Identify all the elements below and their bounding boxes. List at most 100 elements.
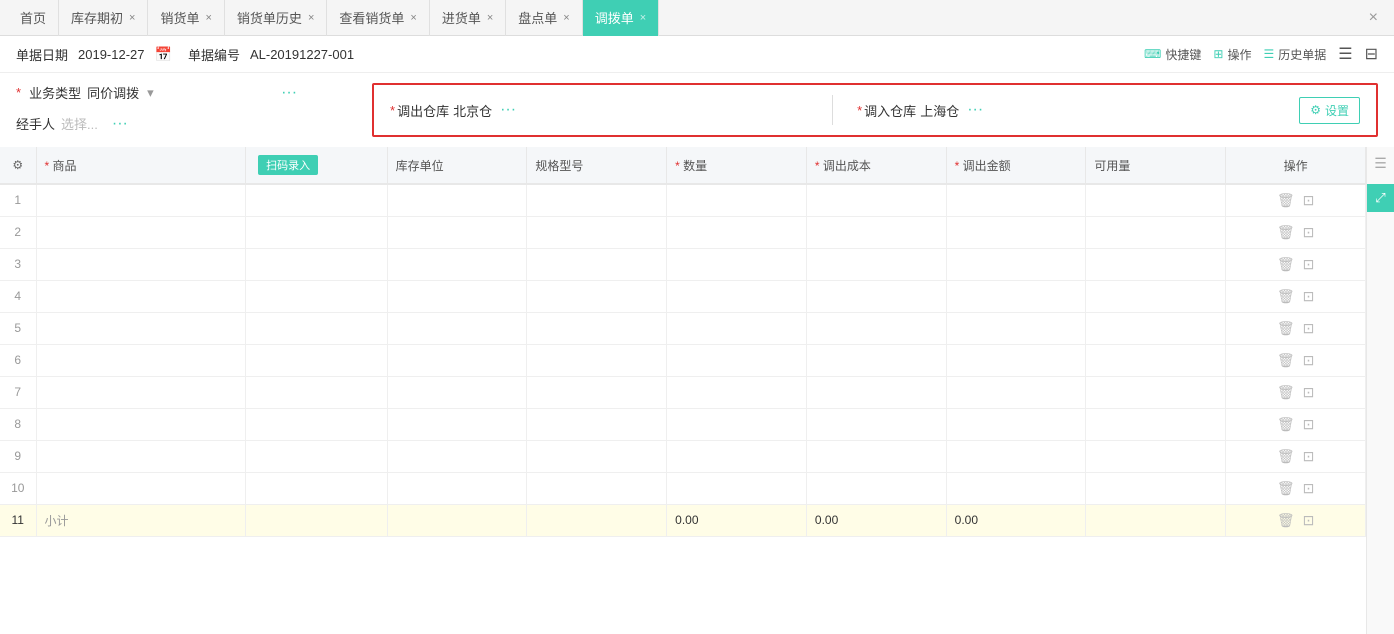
delete-icon[interactable]: 🗑: [1277, 256, 1295, 273]
business-type-more[interactable]: ···: [281, 84, 297, 102]
copy-icon[interactable]: ⊡: [1303, 288, 1315, 305]
copy-icon[interactable]: ⊡: [1303, 256, 1315, 273]
delete-icon[interactable]: 🗑: [1277, 288, 1295, 305]
copy-icon[interactable]: ⊡: [1303, 448, 1315, 465]
amount-cell[interactable]: [946, 408, 1086, 440]
amount-cell[interactable]: [946, 440, 1086, 472]
qty-cell[interactable]: [667, 408, 807, 440]
spec-cell[interactable]: [527, 344, 667, 376]
person-select[interactable]: 选择...: [61, 114, 98, 133]
delete-icon[interactable]: 🗑: [1277, 384, 1295, 401]
layout1-button[interactable]: ☰: [1338, 44, 1352, 64]
qty-cell[interactable]: [667, 440, 807, 472]
delete-icon[interactable]: 🗑: [1277, 224, 1295, 241]
copy-icon[interactable]: ⊡: [1303, 192, 1315, 209]
calendar-icon[interactable]: 📅: [155, 46, 172, 63]
spec-cell[interactable]: [527, 184, 667, 216]
copy-icon[interactable]: ⊡: [1303, 416, 1315, 433]
cost-cell[interactable]: [806, 312, 946, 344]
cost-cell[interactable]: [806, 408, 946, 440]
unit-cell[interactable]: [387, 440, 527, 472]
unit-cell[interactable]: [387, 216, 527, 248]
copy-icon[interactable]: ⊡: [1303, 384, 1315, 401]
unit-cell[interactable]: [387, 280, 527, 312]
tab-purchase-order[interactable]: 进货单 ×: [430, 0, 506, 36]
amount-cell[interactable]: [946, 184, 1086, 216]
product-cell[interactable]: [36, 472, 246, 504]
unit-cell[interactable]: [387, 312, 527, 344]
tab-inventory-count[interactable]: 盘点单 ×: [506, 0, 582, 36]
settings-button[interactable]: ⚙ 设置: [1299, 97, 1360, 124]
spec-cell[interactable]: [527, 280, 667, 312]
tab-purchase-order-close[interactable]: ×: [487, 12, 493, 24]
qty-cell[interactable]: [667, 216, 807, 248]
product-cell[interactable]: [36, 216, 246, 248]
spec-cell[interactable]: [527, 312, 667, 344]
business-type-select[interactable]: 同价调拨 ▾: [87, 83, 267, 102]
unit-cell[interactable]: [387, 408, 527, 440]
amount-cell[interactable]: [946, 280, 1086, 312]
tab-view-sales[interactable]: 查看销货单 ×: [327, 0, 429, 36]
amount-cell[interactable]: [946, 376, 1086, 408]
shortcuts-button[interactable]: ⌨ 快捷键: [1144, 46, 1201, 63]
tab-sales-order-close[interactable]: ×: [205, 12, 211, 24]
qty-cell[interactable]: [667, 344, 807, 376]
tab-sales-history-close[interactable]: ×: [308, 12, 314, 24]
tab-sales-history[interactable]: 销货单历史 ×: [225, 0, 327, 36]
cost-cell[interactable]: [806, 344, 946, 376]
cost-cell[interactable]: [806, 472, 946, 504]
unit-cell[interactable]: [387, 184, 527, 216]
copy-icon[interactable]: ⊡: [1303, 512, 1315, 529]
product-cell[interactable]: [36, 440, 246, 472]
amount-cell[interactable]: [946, 312, 1086, 344]
qty-cell[interactable]: [667, 472, 807, 504]
delete-icon[interactable]: 🗑: [1277, 448, 1295, 465]
copy-icon[interactable]: ⊡: [1303, 224, 1315, 241]
delete-icon[interactable]: 🗑: [1277, 192, 1295, 209]
window-close-button[interactable]: ×: [1361, 9, 1386, 27]
amount-cell[interactable]: [946, 248, 1086, 280]
cost-cell[interactable]: [806, 376, 946, 408]
cost-cell[interactable]: [806, 184, 946, 216]
scan-button[interactable]: 扫码录入: [258, 155, 318, 175]
layout2-button[interactable]: ⊟: [1365, 44, 1378, 64]
spec-cell[interactable]: [527, 216, 667, 248]
qty-cell[interactable]: [667, 376, 807, 408]
product-cell[interactable]: [36, 184, 246, 216]
unit-cell[interactable]: [387, 344, 527, 376]
delete-icon[interactable]: 🗑: [1277, 480, 1295, 497]
cost-cell[interactable]: [806, 248, 946, 280]
product-cell[interactable]: [36, 344, 246, 376]
tab-view-sales-close[interactable]: ×: [410, 12, 416, 24]
spec-cell[interactable]: [527, 408, 667, 440]
product-cell[interactable]: [36, 408, 246, 440]
copy-icon[interactable]: ⊡: [1303, 320, 1315, 337]
unit-cell[interactable]: [387, 248, 527, 280]
product-cell[interactable]: [36, 248, 246, 280]
cost-cell[interactable]: [806, 280, 946, 312]
spec-cell[interactable]: [527, 376, 667, 408]
delete-icon[interactable]: 🗑: [1277, 320, 1295, 337]
copy-icon[interactable]: ⊡: [1303, 352, 1315, 369]
history-button[interactable]: ☰ 历史单据: [1263, 46, 1326, 63]
delete-icon[interactable]: 🗑: [1277, 416, 1295, 433]
operations-button[interactable]: ⊞ 操作: [1213, 46, 1251, 63]
cost-cell[interactable]: [806, 440, 946, 472]
tab-sales-order[interactable]: 销货单 ×: [148, 0, 224, 36]
product-cell[interactable]: [36, 312, 246, 344]
sidebar-list-icon[interactable]: ☰: [1370, 151, 1391, 176]
cost-cell[interactable]: [806, 216, 946, 248]
person-more[interactable]: ···: [112, 115, 128, 133]
transfer-out-more[interactable]: ···: [500, 101, 516, 119]
tab-transfer-order-close[interactable]: ×: [640, 12, 646, 24]
delete-icon[interactable]: 🗑: [1277, 512, 1295, 529]
transfer-in-more[interactable]: ···: [967, 101, 983, 119]
amount-cell[interactable]: [946, 344, 1086, 376]
sidebar-expand-icon[interactable]: ⤢: [1367, 184, 1394, 212]
product-cell[interactable]: [36, 376, 246, 408]
qty-cell[interactable]: [667, 280, 807, 312]
tab-inventory-init[interactable]: 库存期初 ×: [59, 0, 148, 36]
amount-cell[interactable]: [946, 472, 1086, 504]
delete-icon[interactable]: 🗑: [1277, 352, 1295, 369]
spec-cell[interactable]: [527, 440, 667, 472]
